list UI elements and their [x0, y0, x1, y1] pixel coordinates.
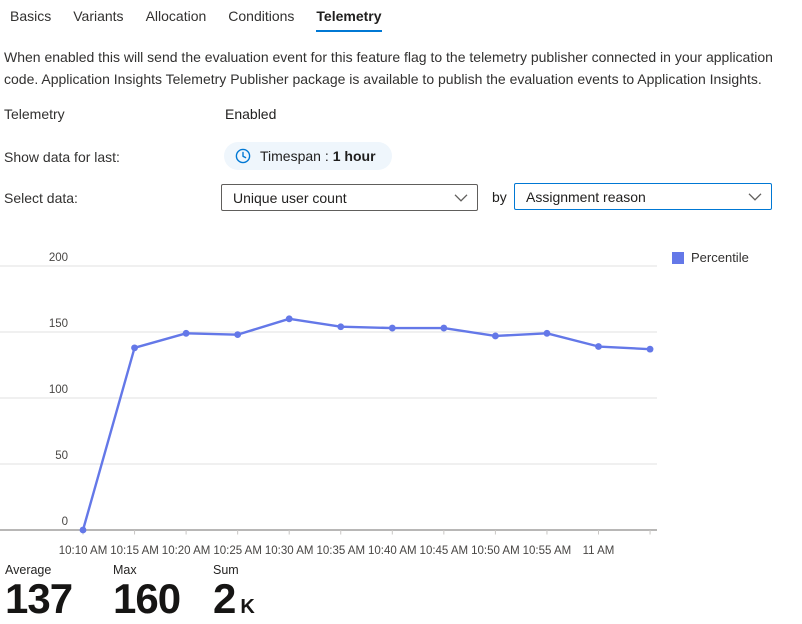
telemetry-field-label: Telemetry [4, 106, 65, 122]
y-axis-tick-label: 50 [55, 450, 68, 462]
data-point[interactable] [183, 330, 190, 337]
x-axis-tick-label: 10:55 AM [523, 545, 572, 557]
clock-icon [235, 148, 251, 164]
y-axis-tick-label: 100 [49, 384, 68, 396]
tab-telemetry[interactable]: Telemetry [316, 8, 381, 32]
tab-bar: Basics Variants Allocation Conditions Te… [10, 8, 382, 32]
y-axis-tick-label: 0 [62, 516, 68, 528]
data-point[interactable] [440, 325, 447, 332]
stat-sum-suffix: K [240, 586, 254, 624]
summary-stats: Average 137 Max 160 Sum 2K [0, 563, 802, 624]
x-axis-tick-label: 11 AM [583, 545, 615, 557]
data-point[interactable] [492, 333, 499, 340]
stat-sum: Sum 2K [213, 563, 255, 624]
legend-swatch [672, 252, 684, 264]
y-axis-tick-label: 150 [49, 318, 68, 330]
x-axis-tick-label: 10:25 AM [213, 545, 262, 557]
x-axis-tick-label: 10:30 AM [265, 545, 314, 557]
telemetry-status-value: Enabled [225, 106, 276, 122]
data-point[interactable] [389, 325, 396, 332]
data-point[interactable] [234, 331, 241, 338]
stat-sum-number: 2 [213, 578, 235, 620]
timespan-prefix: Timespan : [260, 148, 329, 164]
x-axis-tick-label: 10:40 AM [368, 545, 417, 557]
timespan-chip[interactable]: Timespan :1 hour [224, 142, 392, 170]
data-point[interactable] [595, 343, 602, 350]
telemetry-description: When enabled this will send the evaluati… [4, 47, 798, 90]
data-point[interactable] [131, 344, 138, 351]
tab-variants[interactable]: Variants [73, 8, 123, 32]
data-point[interactable] [80, 527, 87, 534]
feature-flag-telemetry-page: Basics Variants Allocation Conditions Te… [0, 0, 802, 624]
x-axis-tick-label: 10:35 AM [316, 545, 365, 557]
legend-item-percentile[interactable]: Percentile [672, 250, 749, 265]
stat-average-number: 137 [5, 578, 72, 620]
select-data-label: Select data: [4, 190, 78, 206]
show-data-for-last-label: Show data for last: [4, 149, 120, 165]
timespan-value: 1 hour [333, 148, 376, 164]
series-line-percentile [83, 319, 650, 530]
dimension-dropdown[interactable]: Assignment reason [514, 183, 772, 210]
stat-average: Average 137 [5, 563, 77, 620]
tab-basics[interactable]: Basics [10, 8, 51, 32]
metric-dropdown[interactable]: Unique user count [221, 184, 478, 211]
y-axis-tick-label: 200 [49, 252, 68, 264]
telemetry-line-chart: 0 50 100 150 200 10:10 AM10:15 AM10:20 AM10:2… [0, 248, 802, 566]
data-point[interactable] [337, 323, 344, 330]
x-axis-tick-label: 10:45 AM [420, 545, 469, 557]
stat-average-value: 137 [5, 578, 77, 620]
x-axis-tick-label: 10:15 AM [110, 545, 159, 557]
x-axis-tick-label: 10:50 AM [471, 545, 520, 557]
legend-label: Percentile [691, 250, 749, 265]
x-axis-tick-label: 10:20 AM [162, 545, 211, 557]
timespan-chip-text: Timespan :1 hour [260, 148, 376, 164]
tab-allocation[interactable]: Allocation [146, 8, 207, 32]
by-label: by [492, 189, 507, 205]
usage-chart-area: 0 50 100 150 200 10:10 AM10:15 AM10:20 AM10:2… [0, 248, 802, 566]
metric-dropdown-value: Unique user count [233, 190, 347, 206]
chevron-down-icon [748, 193, 762, 201]
data-point[interactable] [647, 346, 654, 353]
x-axis-tick-label: 10:10 AM [59, 545, 108, 557]
tab-conditions[interactable]: Conditions [228, 8, 294, 32]
dimension-dropdown-value: Assignment reason [526, 189, 646, 205]
stat-sum-value: 2K [213, 578, 255, 624]
stat-max: Max 160 [113, 563, 185, 620]
stat-max-number: 160 [113, 578, 180, 620]
data-point[interactable] [286, 315, 293, 322]
data-point[interactable] [544, 330, 551, 337]
stat-max-value: 160 [113, 578, 185, 620]
chevron-down-icon [454, 194, 468, 202]
